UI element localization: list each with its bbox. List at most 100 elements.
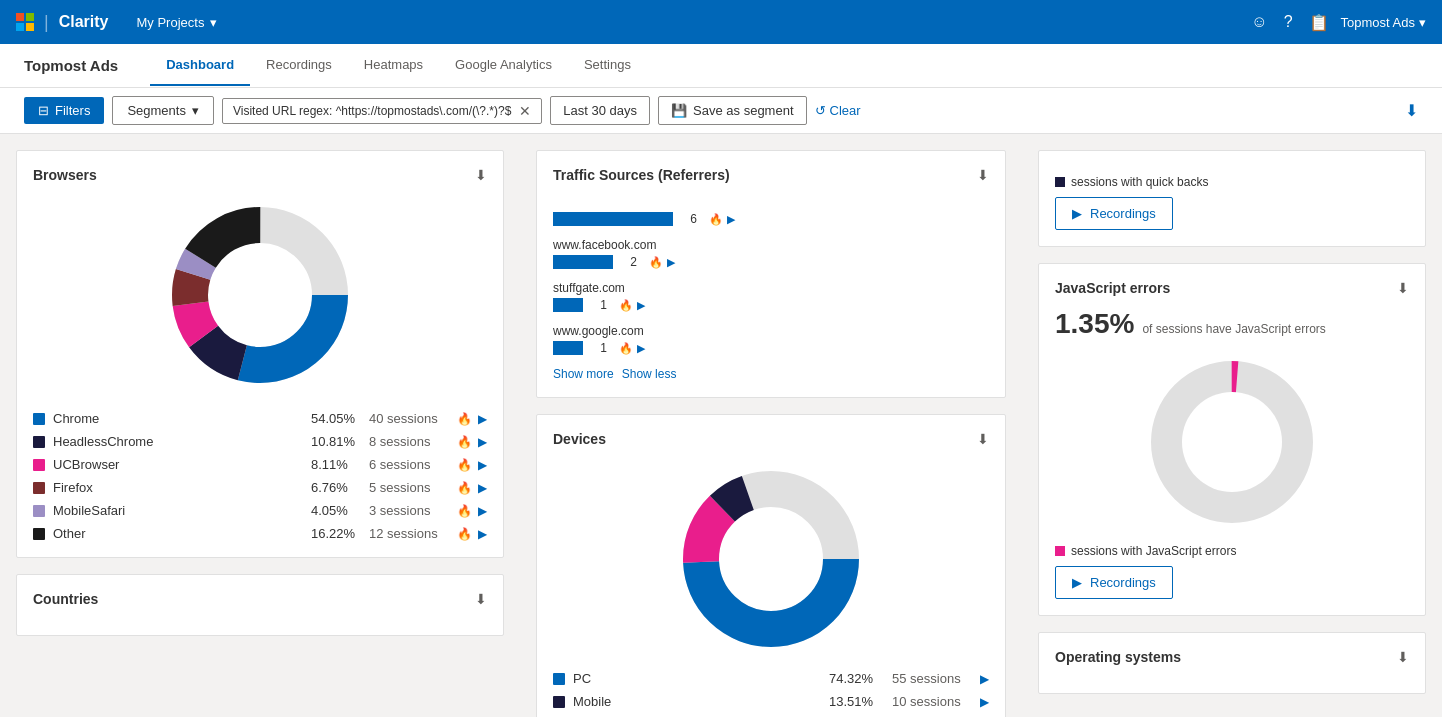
svg-point-7: [210, 245, 310, 345]
filter-icon: ⊟: [38, 103, 49, 118]
js-errors-recordings-button[interactable]: ▶ Recordings: [1055, 566, 1173, 599]
operating-systems-card: Operating systems ⬇: [1038, 632, 1426, 694]
firefox-recording-icon[interactable]: ▶: [478, 481, 487, 495]
device-row-pc: PC 74.32% 55 sessions ▶: [553, 671, 989, 686]
ref-recording-icon-google[interactable]: ▶: [637, 342, 645, 355]
clear-button[interactable]: ↺ Clear: [815, 103, 861, 118]
ref-heatmap-icon-direct[interactable]: 🔥: [709, 213, 723, 226]
headlesschrome-sessions: 8 sessions: [369, 434, 449, 449]
headlesschrome-label: HeadlessChrome: [53, 434, 303, 449]
countries-download-icon[interactable]: ⬇: [475, 591, 487, 607]
ref-heatmap-icon-facebook[interactable]: 🔥: [649, 256, 663, 269]
date-range-button[interactable]: Last 30 days: [550, 96, 650, 125]
page-title: Topmost Ads: [24, 57, 118, 74]
mobile-recording-icon[interactable]: ▶: [980, 695, 989, 709]
referrer-row-stuffgate: stuffgate.com 1 🔥 ▶: [553, 281, 989, 312]
legend-row-firefox: Firefox 6.76% 5 sessions 🔥 ▶: [33, 480, 487, 495]
chrome-pct: 54.05%: [311, 411, 361, 426]
chrome-heatmap-icon[interactable]: 🔥: [457, 412, 472, 426]
other-label: Other: [53, 526, 303, 541]
headlesschrome-recording-icon[interactable]: ▶: [478, 435, 487, 449]
download-button[interactable]: ⬇: [1405, 101, 1418, 120]
ref-heatmap-icon-google[interactable]: 🔥: [619, 342, 633, 355]
mobilesafari-heatmap-icon[interactable]: 🔥: [457, 504, 472, 518]
tab-heatmaps[interactable]: Heatmaps: [348, 45, 439, 86]
chrome-recording-icon[interactable]: ▶: [478, 412, 487, 426]
tab-google-analytics[interactable]: Google Analytics: [439, 45, 568, 86]
ucbrowser-label: UCBrowser: [53, 457, 303, 472]
os-download-icon[interactable]: ⬇: [1397, 649, 1409, 665]
brand-name: Clarity: [59, 13, 109, 31]
legend-row-headlesschrome: HeadlessChrome 10.81% 8 sessions 🔥 ▶: [33, 434, 487, 449]
firefox-label: Firefox: [53, 480, 303, 495]
mobilesafari-label: MobileSafari: [53, 503, 303, 518]
ref-heatmap-icon-stuffgate[interactable]: 🔥: [619, 299, 633, 312]
doc-icon[interactable]: 📋: [1309, 13, 1329, 32]
ref-recording-icon-stuffgate[interactable]: ▶: [637, 299, 645, 312]
project-dropdown-icon2: ▾: [1419, 15, 1426, 30]
legend-row-other: Other 16.22% 12 sessions 🔥 ▶: [33, 526, 487, 541]
legend-row-mobilesafari: MobileSafari 4.05% 3 sessions 🔥 ▶: [33, 503, 487, 518]
smiley-icon[interactable]: ☺: [1251, 13, 1267, 31]
mobilesafari-sessions: 3 sessions: [369, 503, 449, 518]
ucbrowser-heatmap-icon[interactable]: 🔥: [457, 458, 472, 472]
js-errors-color-dot: [1055, 546, 1065, 556]
devices-legend: PC 74.32% 55 sessions ▶ Mobile 13.51% 10…: [553, 671, 989, 709]
quick-backs-recordings-button[interactable]: ▶ Recordings: [1055, 197, 1173, 230]
js-recordings-icon: ▶: [1072, 575, 1082, 590]
save-segment-button[interactable]: 💾 Save as segment: [658, 96, 806, 125]
mobile-sessions: 10 sessions: [892, 694, 972, 709]
ucbrowser-recording-icon[interactable]: ▶: [478, 458, 487, 472]
segments-button[interactable]: Segments ▾: [112, 96, 214, 125]
referrer-row-facebook: www.facebook.com 2 🔥 ▶: [553, 238, 989, 269]
headlesschrome-heatmap-icon[interactable]: 🔥: [457, 435, 472, 449]
quick-backs-label: sessions with quick backs: [1071, 175, 1208, 189]
main-content: Browsers ⬇: [0, 134, 1442, 717]
browser-legend: Chrome 54.05% 40 sessions 🔥 ▶ HeadlessCh…: [33, 411, 487, 541]
show-less-link[interactable]: Show less: [622, 367, 677, 381]
pc-label: PC: [573, 671, 821, 686]
referrer-count-direct: 6: [681, 212, 697, 226]
mobilesafari-recording-icon[interactable]: ▶: [478, 504, 487, 518]
show-more-link[interactable]: Show more: [553, 367, 614, 381]
devices-title: Devices: [553, 431, 606, 447]
tab-settings[interactable]: Settings: [568, 45, 647, 86]
traffic-download-icon[interactable]: ⬇: [977, 167, 989, 183]
js-error-pct: 1.35%: [1055, 308, 1134, 340]
other-pct: 16.22%: [311, 526, 361, 541]
headlesschrome-pct: 10.81%: [311, 434, 361, 449]
referrer-url-google: www.google.com: [553, 324, 989, 338]
left-panel: Browsers ⬇: [0, 134, 520, 717]
browsers-title: Browsers: [33, 167, 97, 183]
legend-row-chrome: Chrome 54.05% 40 sessions 🔥 ▶: [33, 411, 487, 426]
tab-dashboard[interactable]: Dashboard: [150, 45, 250, 86]
countries-title: Countries: [33, 591, 98, 607]
mobile-pct: 13.51%: [829, 694, 884, 709]
firefox-heatmap-icon[interactable]: 🔥: [457, 481, 472, 495]
referrer-bar-stuffgate: [553, 298, 583, 312]
mobile-label: Mobile: [573, 694, 821, 709]
legend-row-ucbrowser: UCBrowser 8.11% 6 sessions 🔥 ▶: [33, 457, 487, 472]
ref-recording-icon-direct[interactable]: ▶: [727, 213, 735, 226]
brand-separator: |: [44, 12, 49, 33]
tab-recordings[interactable]: Recordings: [250, 45, 348, 86]
browsers-download-icon[interactable]: ⬇: [475, 167, 487, 183]
other-heatmap-icon[interactable]: 🔥: [457, 527, 472, 541]
devices-download-icon[interactable]: ⬇: [977, 431, 989, 447]
device-row-mobile: Mobile 13.51% 10 sessions ▶: [553, 694, 989, 709]
filter-chip-close[interactable]: ✕: [519, 103, 531, 119]
referrer-count-facebook: 2: [621, 255, 637, 269]
pc-recording-icon[interactable]: ▶: [980, 672, 989, 686]
current-project-name[interactable]: Topmost Ads ▾: [1341, 15, 1426, 30]
referrer-bar-facebook: [553, 255, 613, 269]
filters-button[interactable]: ⊟ Filters: [24, 97, 104, 124]
filter-chip: Visited URL regex: ^https://topmostads\.…: [222, 98, 542, 124]
countries-card: Countries ⬇: [16, 574, 504, 636]
ref-recording-icon-facebook[interactable]: ▶: [667, 256, 675, 269]
project-selector[interactable]: My Projects ▾: [136, 15, 217, 30]
referrer-count-stuffgate: 1: [591, 298, 607, 312]
browsers-card: Browsers ⬇: [16, 150, 504, 558]
other-recording-icon[interactable]: ▶: [478, 527, 487, 541]
js-errors-download-icon[interactable]: ⬇: [1397, 280, 1409, 296]
help-icon[interactable]: ?: [1284, 13, 1293, 31]
